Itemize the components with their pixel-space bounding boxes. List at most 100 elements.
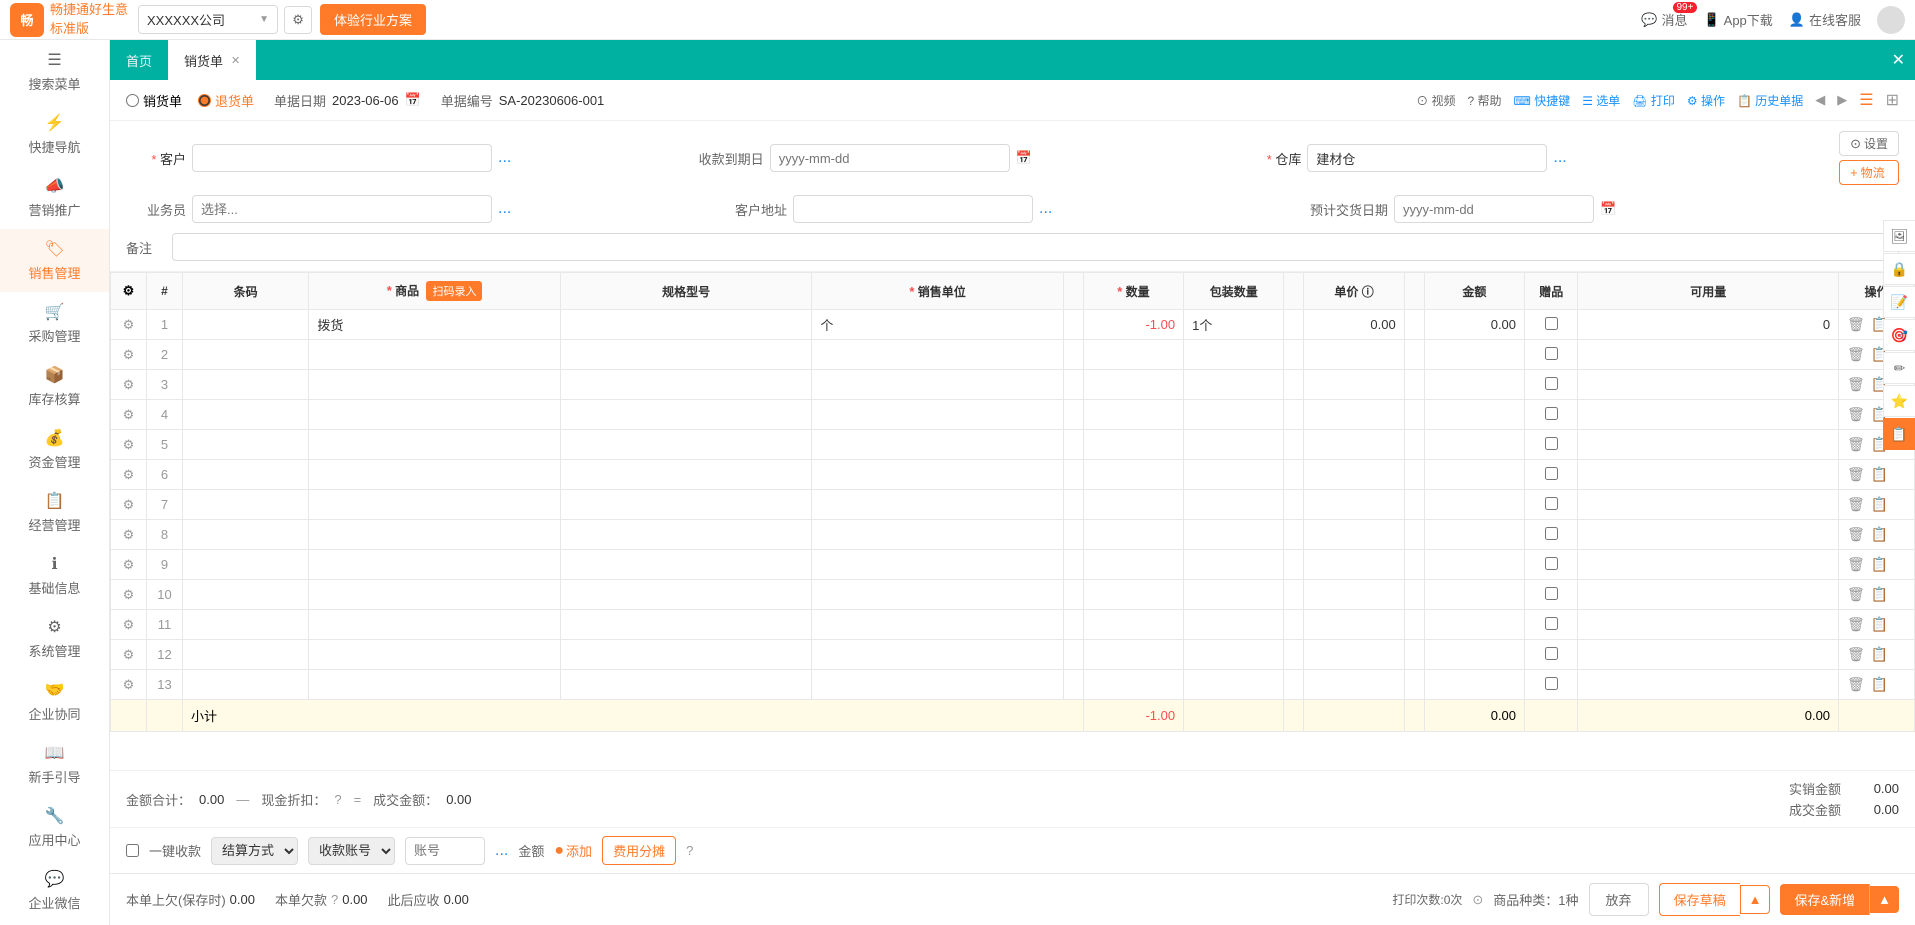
help-btn[interactable]: ? 帮助: [1468, 92, 1502, 109]
row-pkg-qty[interactable]: [1184, 640, 1284, 670]
row-barcode[interactable]: [183, 640, 309, 670]
row-settings[interactable]: ⚙: [111, 640, 147, 670]
row-gift[interactable]: [1525, 370, 1578, 400]
row-amount[interactable]: [1424, 520, 1524, 550]
delivery-date-input[interactable]: [1394, 195, 1594, 223]
sidebar-item-search[interactable]: ☰ 搜索菜单: [0, 40, 109, 103]
sidebar-item-basics[interactable]: ℹ 基础信息: [0, 544, 109, 607]
sidebar-item-quick-nav[interactable]: ⚡ 快捷导航: [0, 103, 109, 166]
row-qty[interactable]: [1083, 400, 1183, 430]
sidebar-item-marketing[interactable]: 📣 营销推广: [0, 166, 109, 229]
row-spec[interactable]: [560, 400, 811, 430]
row-amount[interactable]: [1424, 310, 1524, 340]
tab-home[interactable]: 首页: [110, 40, 168, 80]
delete-row-icon[interactable]: 🗑: [1847, 526, 1865, 543]
delivery-calendar-icon[interactable]: 📅: [1600, 201, 1616, 217]
delete-row-icon[interactable]: 🗑: [1847, 496, 1865, 513]
trial-btn[interactable]: 体验行业方案: [320, 4, 426, 35]
close-all-btn[interactable]: ✕: [1892, 50, 1905, 70]
sidebar-item-wechat[interactable]: 💬 企业微信: [0, 859, 109, 922]
row-price[interactable]: [1304, 400, 1404, 430]
payment-calendar-icon[interactable]: 📅: [1016, 150, 1032, 166]
grid-view-icon[interactable]: ⊞: [1886, 90, 1899, 110]
sidebar-item-guide[interactable]: 📖 新手引导: [0, 733, 109, 796]
row-qty[interactable]: [1083, 430, 1183, 460]
row-barcode[interactable]: [183, 550, 309, 580]
row-pkg-qty[interactable]: [1184, 460, 1284, 490]
row-spec[interactable]: [560, 310, 811, 340]
product-type-icon[interactable]: ⊙: [1472, 892, 1483, 908]
row-pkg-qty[interactable]: [1184, 670, 1284, 700]
salesperson-dots-btn[interactable]: ...: [498, 200, 511, 218]
float-btn-6[interactable]: ⭐: [1883, 385, 1915, 417]
copy-row-icon[interactable]: 📋: [1871, 556, 1888, 573]
row-amount[interactable]: [1424, 400, 1524, 430]
row-spec[interactable]: [560, 520, 811, 550]
row-amount[interactable]: [1424, 670, 1524, 700]
delete-row-icon[interactable]: 🗑: [1847, 556, 1865, 573]
row-product[interactable]: [309, 580, 560, 610]
save-draft-btn[interactable]: 保存草稿: [1659, 883, 1740, 916]
print-btn[interactable]: 🖨 打印: [1632, 92, 1675, 109]
operation-btn[interactable]: ⚙ 操作: [1687, 92, 1725, 109]
sidebar-item-purchase[interactable]: 🛒 采购管理: [0, 292, 109, 355]
tab-sales-order[interactable]: 销货单 ✕: [168, 40, 256, 80]
row-amount[interactable]: [1424, 430, 1524, 460]
row-product[interactable]: [309, 370, 560, 400]
history-btn[interactable]: 📋 历史单据: [1737, 92, 1803, 109]
row-product[interactable]: [309, 670, 560, 700]
row-gift[interactable]: [1525, 670, 1578, 700]
payment-method-select[interactable]: 结算方式: [211, 837, 298, 865]
row-pkg-qty[interactable]: [1184, 490, 1284, 520]
row-gift[interactable]: [1525, 340, 1578, 370]
row-amount[interactable]: [1424, 610, 1524, 640]
row-spec[interactable]: [560, 640, 811, 670]
row-price[interactable]: [1304, 460, 1404, 490]
row-price[interactable]: [1304, 370, 1404, 400]
sidebar-item-operations[interactable]: 📋 经营管理: [0, 481, 109, 544]
delete-row-icon[interactable]: 🗑: [1847, 646, 1865, 663]
row-gift[interactable]: [1525, 610, 1578, 640]
row-barcode[interactable]: [183, 370, 309, 400]
scan-input-btn[interactable]: 扫码录入: [426, 281, 482, 301]
sidebar-item-system[interactable]: ⚙ 系统管理: [0, 607, 109, 670]
radio-sale[interactable]: 销货单: [126, 91, 182, 110]
row-gift[interactable]: [1525, 580, 1578, 610]
message-btn[interactable]: 💬 消息 99+: [1641, 10, 1687, 29]
row-settings[interactable]: ⚙: [111, 460, 147, 490]
row-settings[interactable]: ⚙: [111, 430, 147, 460]
float-btn-2[interactable]: 🔒: [1883, 253, 1915, 285]
copy-row-icon[interactable]: 📋: [1871, 496, 1888, 513]
delete-row-icon[interactable]: 🗑: [1847, 616, 1865, 633]
copy-row-icon[interactable]: 📋: [1871, 526, 1888, 543]
row-settings[interactable]: ⚙: [111, 490, 147, 520]
customer-input[interactable]: [192, 144, 492, 172]
row-price[interactable]: [1304, 640, 1404, 670]
row-price[interactable]: [1304, 340, 1404, 370]
select-btn[interactable]: ☰ 选单: [1582, 92, 1620, 109]
row-unit[interactable]: [812, 610, 1063, 640]
row-product[interactable]: [309, 460, 560, 490]
row-unit[interactable]: [812, 550, 1063, 580]
row-unit[interactable]: [812, 310, 1063, 340]
row-qty[interactable]: [1083, 550, 1183, 580]
row-spec[interactable]: [560, 460, 811, 490]
warehouse-dots-btn[interactable]: ...: [1553, 149, 1566, 167]
customer-address-input[interactable]: [793, 195, 1033, 223]
list-view-icon[interactable]: ☰: [1859, 90, 1873, 110]
delete-row-icon[interactable]: 🗑: [1847, 676, 1865, 693]
row-gift[interactable]: [1525, 640, 1578, 670]
online-service-btn[interactable]: 👤 在线客服: [1789, 10, 1861, 29]
copy-row-icon[interactable]: 📋: [1871, 466, 1888, 483]
copy-row-icon[interactable]: 📋: [1871, 646, 1888, 663]
tab-close-icon[interactable]: ✕: [231, 54, 240, 67]
row-product[interactable]: [309, 400, 560, 430]
row-unit[interactable]: [812, 340, 1063, 370]
row-qty[interactable]: [1083, 520, 1183, 550]
row-pkg-qty[interactable]: [1184, 520, 1284, 550]
remark-input[interactable]: [172, 233, 1899, 261]
row-unit[interactable]: [812, 640, 1063, 670]
row-barcode[interactable]: [183, 340, 309, 370]
row-qty[interactable]: [1083, 580, 1183, 610]
amount-dots-btn[interactable]: ...: [495, 842, 508, 860]
